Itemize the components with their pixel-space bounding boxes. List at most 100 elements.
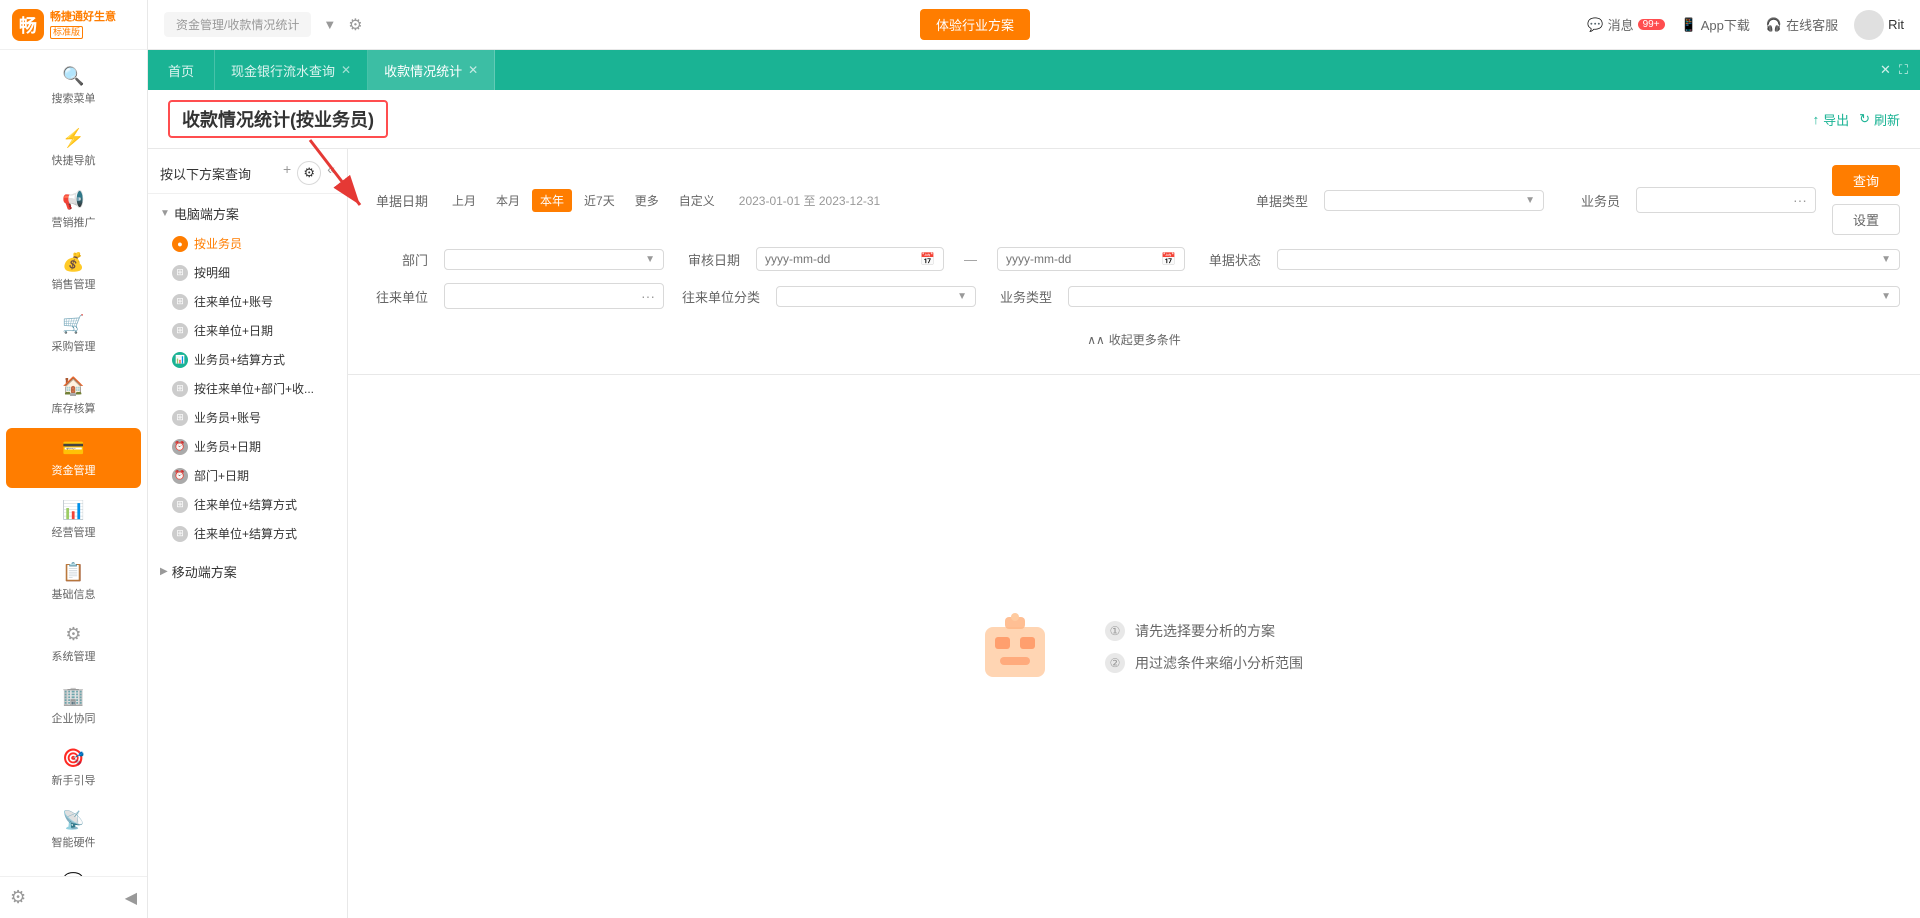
sidebar-item-finance[interactable]: 💳 资金管理 (6, 428, 141, 488)
online-service-label: 在线客服 (1786, 15, 1838, 34)
review-date-start-input[interactable] (765, 252, 920, 266)
sidebar-item-operations[interactable]: 📊 经营管理 (6, 490, 141, 550)
sidebar-item-search[interactable]: 🔍 搜索菜单 (6, 56, 141, 116)
refresh-button[interactable]: ↻ 刷新 (1859, 110, 1900, 129)
panel-header: 按以下方案查询 + ⚙ « (148, 149, 347, 194)
message-action[interactable]: 💬 消息 99+ (1587, 15, 1664, 34)
sidebar-item-enterprise[interactable]: 🏢 企业协同 (6, 676, 141, 736)
sidebar-item-marketing[interactable]: 📢 营销推广 (6, 180, 141, 240)
sidebar-item-label: 库存核算 (52, 400, 96, 416)
salesman-more-icon[interactable]: ··· (1793, 192, 1807, 208)
query-button[interactable]: 查询 (1832, 165, 1900, 196)
sidebar-item-label: 销售管理 (52, 276, 96, 292)
scheme-item-dept-date[interactable]: ⏰ 部门+日期 (148, 461, 347, 490)
search-menu-icon: 🔍 (62, 66, 84, 87)
date-tab-lastmonth[interactable]: 上月 (444, 189, 484, 212)
sidebar-settings-icon[interactable]: ⚙ (10, 887, 26, 908)
scheme-settings-icon[interactable]: ⚙ (297, 161, 321, 185)
tab-close-all-icon[interactable]: ✕ (1880, 62, 1891, 78)
dept-select[interactable]: ▼ (444, 249, 664, 270)
online-service-action[interactable]: 🎧 在线客服 (1766, 15, 1838, 34)
scheme-item-label-sa: 业务员+账号 (194, 409, 261, 426)
main-content: 资金管理/收款情况统计 ▼ ⚙ 体验行业方案 💬 消息 99+ 📱 App下载 … (148, 0, 1920, 918)
tab-home[interactable]: 首页 (148, 50, 215, 90)
sidebar-item-guide[interactable]: 🎯 新手引导 (6, 738, 141, 798)
calendar-start-icon[interactable]: 📅 (920, 252, 935, 266)
empty-illustration (965, 597, 1065, 697)
sidebar-item-label: 搜索菜单 (52, 90, 96, 106)
sidebar-item-inventory[interactable]: 🏠 库存核算 (6, 366, 141, 426)
tab-collection-stats[interactable]: 收款情况统计 ✕ (368, 50, 495, 90)
tab-close-icon[interactable]: ✕ (341, 63, 351, 77)
sidebar-item-basicinfo[interactable]: 📋 基础信息 (6, 552, 141, 612)
date-tab-thismonth[interactable]: 本月 (488, 189, 528, 212)
sidebar-collapse-icon[interactable]: ◀ (125, 888, 137, 908)
page-content: 收款情况统计(按业务员) ↑ 导出 ↻ 刷新 (148, 90, 1920, 918)
scheme-item-partner-date[interactable]: ⊞ 往来单位+日期 (148, 316, 347, 345)
business-type-chevron-icon: ▼ (1881, 291, 1891, 302)
scheme-item-label-ss: 业务员+结算方式 (194, 351, 285, 368)
tab-close-active-icon[interactable]: ✕ (468, 63, 478, 77)
sidebar-item-system[interactable]: ⚙ 系统管理 (6, 614, 141, 674)
date-tab-last7days[interactable]: 近7天 (576, 189, 623, 212)
partner-more-icon[interactable]: ··· (641, 288, 655, 304)
doc-type-select[interactable]: ▼ (1324, 190, 1544, 211)
app-download-action[interactable]: 📱 App下载 (1681, 15, 1750, 34)
scheme-item-salesman-settlement[interactable]: 📊 业务员+结算方式 (148, 345, 347, 374)
review-date-end-input[interactable] (1006, 252, 1161, 266)
sidebar-item-wechat[interactable]: 💬 企业微信 (6, 862, 141, 876)
scheme-item-salesman-account[interactable]: ⊞ 业务员+账号 (148, 403, 347, 432)
pc-scheme-group-header[interactable]: ▼ 电脑端方案 (148, 198, 347, 229)
mobile-scheme-group-header[interactable]: ▶ 移动端方案 (148, 556, 347, 587)
date-tab-thisyear[interactable]: 本年 (532, 189, 572, 212)
doc-status-select[interactable]: ▼ (1277, 249, 1900, 270)
tab-bank-flow-label: 现金银行流水查询 (231, 61, 335, 80)
sidebar-item-sales[interactable]: 💰 销售管理 (6, 242, 141, 302)
sidebar-item-purchase[interactable]: 🛒 采购管理 (6, 304, 141, 364)
tab-bank-flow[interactable]: 现金银行流水查询 ✕ (215, 50, 368, 90)
export-button[interactable]: ↑ 导出 (1813, 110, 1850, 129)
salesman-select[interactable]: ··· (1636, 187, 1816, 213)
scheme-item-partner-dept[interactable]: ⊞ 按往来单位+部门+收... (148, 374, 347, 403)
tab-collection-stats-label: 收款情况统计 (384, 61, 462, 80)
review-date-end[interactable]: 📅 (997, 247, 1185, 271)
scheme-item-partner-settlement2[interactable]: ⊞ 往来单位+结算方式 (148, 519, 347, 548)
sidebar-item-quicknav[interactable]: ⚡ 快捷导航 (6, 118, 141, 178)
date-filter-content: 上月 本月 本年 近7天 更多 自定义 2023-01-01 至 (444, 189, 1232, 212)
basicinfo-icon: 📋 (62, 562, 84, 583)
sidebar-item-hardware[interactable]: 📡 智能硬件 (6, 800, 141, 860)
pc-scheme-group: ▼ 电脑端方案 ● 按业务员 ⊞ 按明细 ⊞ (148, 194, 347, 552)
date-tab-more[interactable]: 更多 (627, 189, 667, 212)
date-tabs: 上月 本月 本年 近7天 更多 自定义 (444, 189, 723, 212)
partner-category-select[interactable]: ▼ (776, 286, 976, 307)
trial-button[interactable]: 体验行业方案 (920, 9, 1030, 40)
calendar-end-icon[interactable]: 📅 (1161, 252, 1176, 266)
user-name: Rit (1888, 17, 1904, 32)
scheme-item-by-detail[interactable]: ⊞ 按明细 (148, 258, 347, 287)
header-settings-icon[interactable]: ⚙ (348, 15, 362, 35)
collapse-panel-icon[interactable]: « (327, 161, 335, 185)
dept-chevron-icon: ▼ (645, 254, 655, 265)
date-tab-custom[interactable]: 自定义 (671, 189, 723, 212)
partner-category-label: 往来单位分类 (680, 287, 760, 306)
system-icon: ⚙ (65, 624, 81, 645)
scheme-item-by-salesman[interactable]: ● 按业务员 (148, 229, 347, 258)
collapse-button[interactable]: ∧∧ 收起更多条件 (368, 321, 1900, 358)
message-icon: 💬 (1587, 17, 1603, 33)
hardware-icon: 📡 (62, 810, 84, 831)
tab-maximize-icon[interactable]: ⛶ (1899, 62, 1908, 78)
partner-select[interactable]: ··· (444, 283, 664, 309)
business-type-select[interactable]: ▼ (1068, 286, 1900, 307)
online-service-icon: 🎧 (1766, 17, 1782, 33)
scheme-item-partner-account[interactable]: ⊞ 往来单位+账号 (148, 287, 347, 316)
settings-button[interactable]: 设置 (1832, 204, 1900, 235)
user-profile[interactable]: Rit (1854, 10, 1904, 40)
add-scheme-icon[interactable]: + (283, 161, 291, 185)
quicknav-icon: ⚡ (62, 128, 84, 149)
scheme-item-partner-settlement1[interactable]: ⊞ 往来单位+结算方式 (148, 490, 347, 519)
date-range-display: 2023-01-01 至 2023-12-31 (739, 192, 880, 209)
scheme-item-icon-pa: ⊞ (172, 294, 188, 310)
scheme-item-salesman-date[interactable]: ⏰ 业务员+日期 (148, 432, 347, 461)
doc-type-chevron-icon: ▼ (1525, 195, 1535, 206)
review-date-start[interactable]: 📅 (756, 247, 944, 271)
